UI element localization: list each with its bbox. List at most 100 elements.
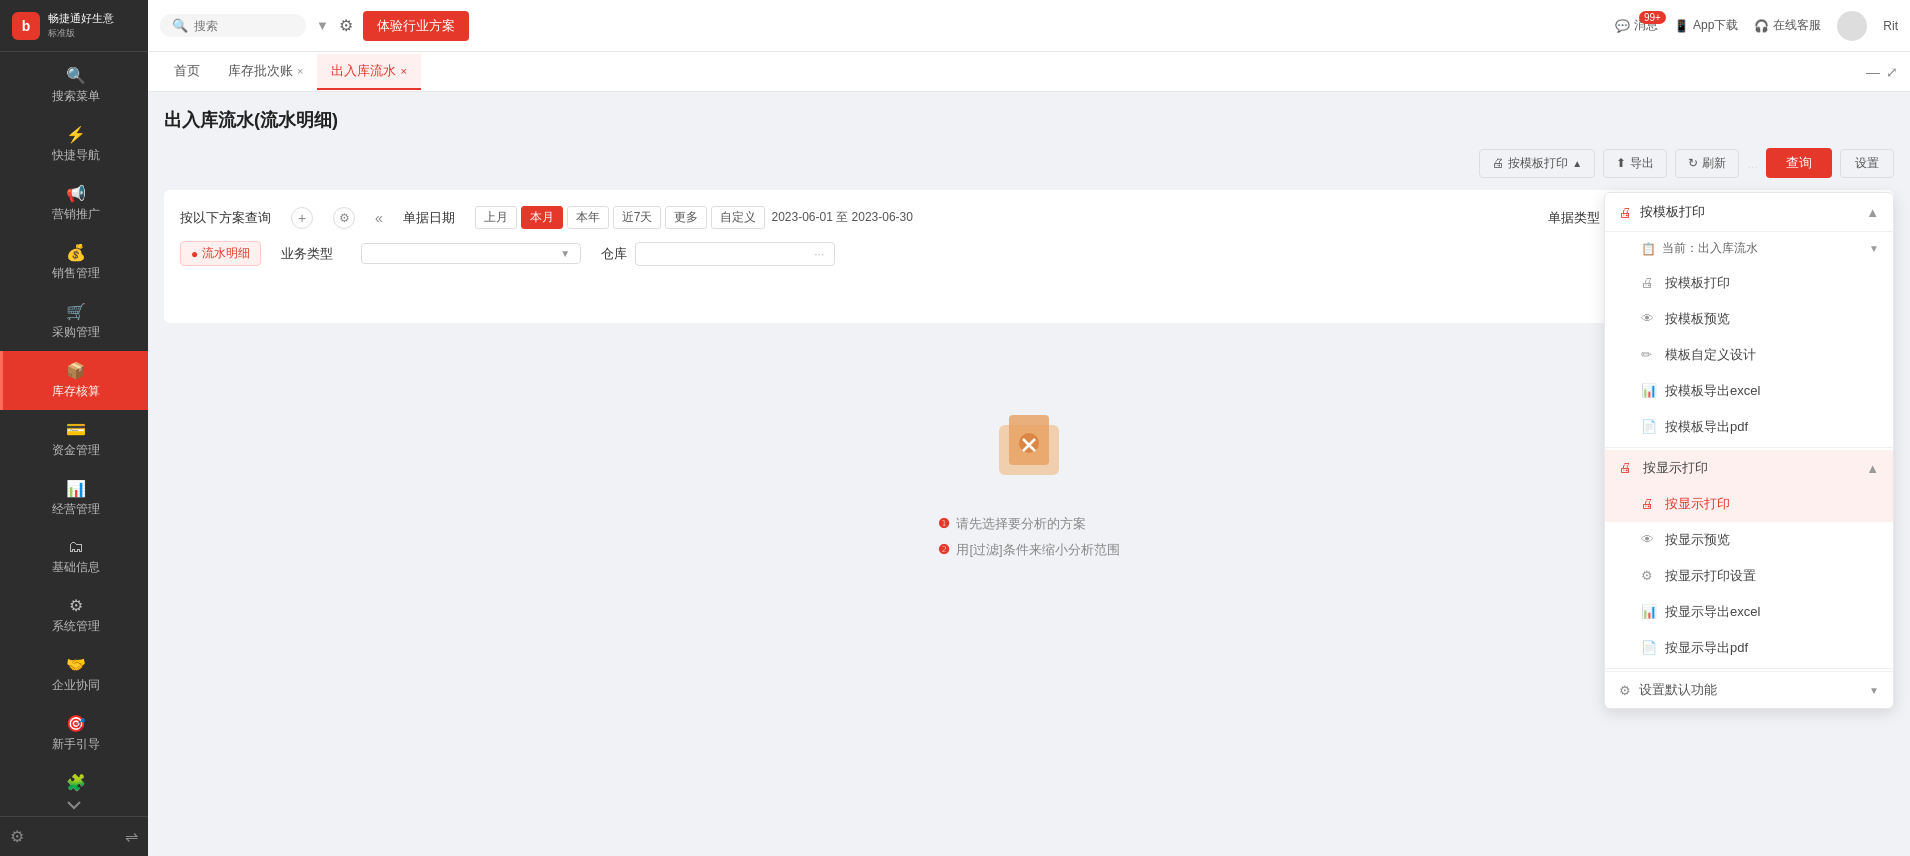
dropdown-display-section[interactable]: 🖨 按显示打印 ▲ — [1605, 450, 1893, 486]
dropdown-template-preview[interactable]: 👁按模板预览 — [1605, 301, 1893, 337]
empty-tips: ❶ 请先选择要分析的方案 ❷ 用[过滤]条件来缩小分析范围 — [938, 511, 1119, 563]
sidebar-item-finance[interactable]: 💳资金管理 — [0, 410, 148, 469]
dropdown-close-icon[interactable]: ▲ — [1866, 205, 1879, 220]
date-quick-btn-2[interactable]: 本年 — [567, 206, 609, 229]
dropdown-display-display-print[interactable]: 🖨按显示打印 — [1605, 486, 1893, 522]
print-icon: 🖨 — [1492, 156, 1504, 170]
template-export-excel-icon: 📊 — [1641, 383, 1657, 399]
date-range: 2023-06-01 至 2023-06-30 — [771, 209, 912, 226]
user-name: Rit — [1883, 19, 1898, 33]
sales-label: 销售管理 — [52, 265, 100, 282]
section-arrow-icon[interactable]: ▲ — [1866, 461, 1879, 476]
settings-icon[interactable]: ⚙ — [10, 827, 24, 846]
dropdown-current-item: 📋 当前：出入库流水 ▼ — [1605, 232, 1893, 265]
online-service-label: 在线客服 — [1773, 17, 1821, 34]
tab-minimize-btn[interactable]: — — [1866, 64, 1880, 80]
refresh-btn[interactable]: ↻ 刷新 — [1675, 149, 1739, 178]
biz-type-arrow-icon: ▼ — [560, 248, 570, 259]
dropdown-template-export-pdf[interactable]: 📄按模板导出pdf — [1605, 409, 1893, 445]
date-quick-btn-1[interactable]: 本月 — [521, 206, 563, 229]
newbie-icon: 🎯 — [66, 714, 86, 733]
operations-label: 经营管理 — [52, 501, 100, 518]
current-arrow-icon: ▼ — [1869, 243, 1879, 254]
industry-btn[interactable]: 体验行业方案 — [363, 11, 469, 41]
search-input[interactable] — [194, 19, 294, 33]
template-print-btn[interactable]: 🖨 按模板打印 ▲ — [1479, 149, 1595, 178]
biz-type-select[interactable]: ▼ — [361, 243, 581, 264]
gear-icon[interactable]: ⚙ — [339, 16, 353, 35]
dropdown-template-customize[interactable]: ✏模板自定义设计 — [1605, 337, 1893, 373]
dropdown-footer[interactable]: ⚙ 设置默认功能 ▼ — [1605, 671, 1893, 708]
logo-badge: 标准版 — [48, 27, 114, 40]
sidebar-item-sales[interactable]: 💰销售管理 — [0, 233, 148, 292]
date-quick-btn-5[interactable]: 自定义 — [711, 206, 765, 229]
system-label: 系统管理 — [52, 618, 100, 635]
message-btn[interactable]: 💬 消息 99+ — [1615, 17, 1658, 34]
sidebar-item-shortcut[interactable]: ⚡快捷导航 — [0, 115, 148, 174]
filter-add-btn[interactable]: + — [291, 207, 313, 229]
dropdown-panel: 🖨 按模板打印 ▲ 📋 当前：出入库流水 ▼ 🖨按模板打印👁按模板预览✏模板自定… — [1604, 192, 1894, 709]
operations-icon: 📊 — [66, 479, 86, 498]
online-service-btn[interactable]: 🎧 在线客服 — [1754, 17, 1821, 34]
date-quick-btn-0[interactable]: 上月 — [475, 206, 517, 229]
action-bar: 🖨 按模板打印 ▲ ⬆ 导出 ↻ 刷新 ... 查询 设置 — [164, 148, 1894, 178]
topbar-search-box[interactable]: 🔍 — [160, 14, 306, 37]
sidebar-item-corp[interactable]: 🤝企业协同 — [0, 645, 148, 704]
sidebar-item-marketing[interactable]: 📢营销推广 — [0, 174, 148, 233]
dropdown-display-display-export-pdf[interactable]: 📄按显示导出pdf — [1605, 630, 1893, 666]
basic-icon: 🗂 — [68, 538, 84, 556]
newbie-label: 新手引导 — [52, 736, 100, 753]
sidebar-item-search[interactable]: 🔍搜索菜单 — [0, 56, 148, 115]
corp-icon: 🤝 — [66, 655, 86, 674]
sidebar-item-newbie[interactable]: 🎯 新手引导 — [0, 704, 148, 763]
template-customize-label: 模板自定义设计 — [1665, 346, 1756, 364]
tab-close-batch[interactable]: × — [297, 65, 303, 77]
sidebar-item-purchase[interactable]: 🛒采购管理 — [0, 292, 148, 351]
dropdown-display-display-print-settings[interactable]: ⚙按显示打印设置 — [1605, 558, 1893, 594]
section-label-row: 🖨 按显示打印 — [1619, 459, 1708, 477]
user-avatar[interactable] — [1837, 11, 1867, 41]
message-icon: 💬 — [1615, 19, 1630, 33]
logo-name: 畅捷通好生意 — [48, 11, 114, 26]
date-quick-btn-3[interactable]: 近7天 — [613, 206, 662, 229]
dropdown-template-print[interactable]: 🖨按模板打印 — [1605, 265, 1893, 301]
collapse-icon[interactable]: ⇌ — [125, 827, 138, 846]
tab-home[interactable]: 首页 — [160, 54, 214, 90]
tab-close-flow[interactable]: × — [400, 65, 406, 77]
export-btn[interactable]: ⬆ 导出 — [1603, 149, 1667, 178]
app-download-btn[interactable]: 📱 App下载 — [1674, 17, 1738, 34]
template-print-icon: 🖨 — [1641, 275, 1657, 291]
sidebar-item-inventory[interactable]: 📦库存核算 — [0, 351, 148, 410]
marketing-icon: 📢 — [66, 184, 86, 203]
tab-batch[interactable]: 库存批次账 × — [214, 54, 317, 90]
sidebar-scroll-down[interactable] — [0, 794, 148, 816]
dropdown-divider-2 — [1605, 668, 1893, 669]
tabs-bar: 首页库存批次账 ×出入库流水 × — ⤢ — [148, 52, 1910, 92]
dropdown-display-display-preview[interactable]: 👁按显示预览 — [1605, 522, 1893, 558]
empty-icon — [979, 395, 1079, 495]
dropdown-display-items: 🖨按显示打印👁按显示预览⚙按显示打印设置📊按显示导出excel📄按显示导出pdf — [1605, 486, 1893, 666]
sidebar-item-operations[interactable]: 📊 经营管理 — [0, 469, 148, 528]
search-chevron-icon[interactable]: ▼ — [316, 18, 329, 33]
basic-label: 基础信息 — [52, 559, 100, 576]
tab-flow[interactable]: 出入库流水 × — [317, 54, 420, 90]
dropdown-display-display-export-excel[interactable]: 📊按显示导出excel — [1605, 594, 1893, 630]
filter-settings-btn[interactable]: ⚙ — [333, 207, 355, 229]
query-btn[interactable]: 查询 — [1766, 148, 1832, 178]
filter-collapse-arrows[interactable]: « — [375, 210, 383, 226]
sidebar-item-system[interactable]: ⚙系统管理 — [0, 586, 148, 645]
date-quick-btn-4[interactable]: 更多 — [665, 206, 707, 229]
warehouse-input[interactable]: ··· — [635, 242, 835, 266]
tip-1: ❶ 请先选择要分析的方案 — [938, 511, 1119, 537]
message-badge: 99+ — [1639, 11, 1666, 24]
sidebar-item-apps[interactable]: 🧩应用中心 — [0, 763, 148, 794]
chevron-up-icon: ▲ — [1572, 158, 1582, 169]
settings-btn[interactable]: 设置 — [1840, 149, 1894, 178]
tab-fullscreen-btn[interactable]: ⤢ — [1886, 64, 1898, 80]
dropdown-template-export-excel[interactable]: 📊按模板导出excel — [1605, 373, 1893, 409]
display-export-excel-icon: 📊 — [1641, 604, 1657, 620]
current-icon: 📋 — [1641, 242, 1656, 256]
footer-settings-icon: ⚙ — [1619, 683, 1631, 698]
logo-text-block: 畅捷通好生意 标准版 — [48, 11, 114, 39]
sidebar-item-basic[interactable]: 🗂 基础信息 — [0, 528, 148, 586]
